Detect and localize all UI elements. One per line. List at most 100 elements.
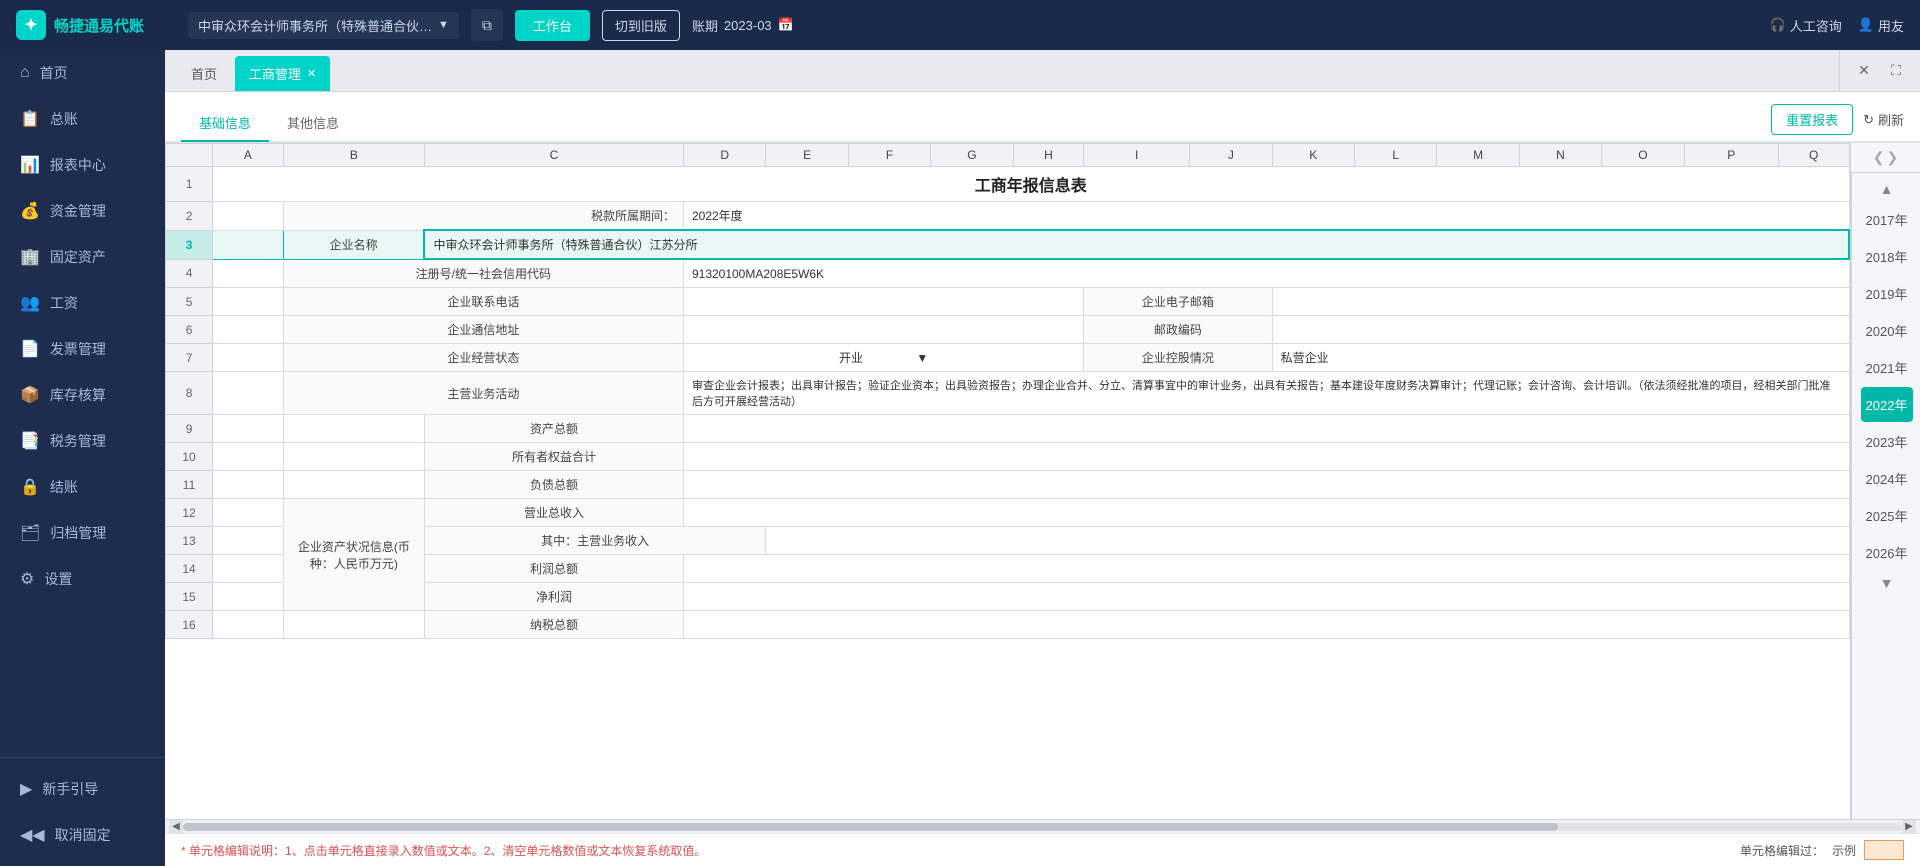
email-value[interactable]: [1272, 288, 1849, 316]
copy-button[interactable]: ⧉: [471, 9, 503, 41]
collapse-left-icon[interactable]: ❮: [1873, 149, 1885, 166]
tab-other-info[interactable]: 其他信息: [269, 105, 357, 142]
cell[interactable]: [213, 316, 284, 344]
year-item-2018[interactable]: 2018年: [1861, 239, 1913, 274]
company-selector[interactable]: 中审众环会计师事务所（特殊普通合伙… ▼: [188, 12, 459, 39]
contact-value[interactable]: [683, 288, 1083, 316]
cell[interactable]: [213, 202, 284, 231]
year-item-2020[interactable]: 2020年: [1861, 313, 1913, 348]
holding-value[interactable]: 私营企业: [1272, 344, 1849, 372]
company-name-value[interactable]: 中审众环会计师事务所（特殊普通合伙）江苏分所: [424, 230, 1849, 259]
status-value[interactable]: 开业 ▼: [683, 344, 1083, 372]
postal-label[interactable]: 邮政编码: [1084, 316, 1272, 344]
close-window-icon[interactable]: ✕: [1852, 59, 1876, 83]
status-label[interactable]: 企业经营状态: [283, 344, 683, 372]
year-item-2024[interactable]: 2024年: [1861, 461, 1913, 496]
cell[interactable]: [213, 471, 284, 499]
sidebar-item-report[interactable]: 📊 报表中心: [0, 142, 165, 188]
total-revenue-label[interactable]: 营业总收入: [424, 499, 683, 527]
cell[interactable]: [213, 230, 284, 259]
cell[interactable]: [213, 583, 284, 611]
cell[interactable]: [283, 471, 424, 499]
cell[interactable]: [213, 443, 284, 471]
asset-info-label[interactable]: 企业资产状况信息(币种：人民币万元): [283, 499, 424, 611]
assets-value[interactable]: [683, 415, 1849, 443]
sidebar-item-newbie[interactable]: ▶ 新手引导: [0, 766, 165, 812]
tax-label[interactable]: 纳税总额: [424, 611, 683, 639]
spreadsheet-container[interactable]: A B C D E F G H I J K L: [165, 143, 1850, 819]
year-item-2026[interactable]: 2026年: [1861, 535, 1913, 570]
scroll-track[interactable]: [183, 823, 1902, 831]
sidebar-item-asset[interactable]: 🏢 固定资产: [0, 234, 165, 280]
cell[interactable]: [213, 499, 284, 527]
cell[interactable]: [213, 611, 284, 639]
scroll-right-arrow[interactable]: ▶: [1902, 820, 1916, 834]
cell[interactable]: [283, 415, 424, 443]
sidebar-item-ledger[interactable]: 📋 总账: [0, 96, 165, 142]
total-revenue-value[interactable]: [683, 499, 1849, 527]
activity-label[interactable]: 主营业务活动: [283, 372, 683, 415]
cell[interactable]: [283, 443, 424, 471]
address-label[interactable]: 企业通信地址: [283, 316, 683, 344]
tab-basic-info[interactable]: 基础信息: [181, 105, 269, 142]
assets-label[interactable]: 资产总额: [424, 415, 683, 443]
period-value-cell[interactable]: 2022年度: [683, 202, 1849, 231]
company-name-label[interactable]: 企业名称: [283, 230, 424, 259]
cell[interactable]: [213, 415, 284, 443]
period-label-cell[interactable]: 税款所属期间：: [283, 202, 683, 231]
cell[interactable]: [213, 344, 284, 372]
profit-label[interactable]: 利润总额: [424, 555, 683, 583]
year-item-2021[interactable]: 2021年: [1861, 350, 1913, 385]
horizontal-scrollbar[interactable]: ◀ ▶: [165, 819, 1920, 833]
expand-window-icon[interactable]: ⛶: [1884, 59, 1908, 83]
sidebar-item-tax[interactable]: 📑 税务管理: [0, 418, 165, 464]
cell[interactable]: [213, 555, 284, 583]
sidebar-item-finance[interactable]: 💰 资金管理: [0, 188, 165, 234]
liabilities-label[interactable]: 负债总额: [424, 471, 683, 499]
contact-label[interactable]: 企业联系电话: [283, 288, 683, 316]
net-profit-value[interactable]: [683, 583, 1849, 611]
reg-label-cell[interactable]: 注册号/统一社会信用代码: [283, 259, 683, 288]
sidebar-item-home[interactable]: ⌂ 首页: [0, 50, 165, 96]
sidebar-item-unpin[interactable]: ◀◀ 取消固定: [0, 812, 165, 858]
sidebar-item-invoice[interactable]: 📄 发票管理: [0, 326, 165, 372]
refresh-button[interactable]: ↻ 刷新: [1863, 110, 1904, 129]
cell[interactable]: [213, 527, 284, 555]
holding-label[interactable]: 企业控股情况: [1084, 344, 1272, 372]
equity-value[interactable]: [683, 443, 1849, 471]
scroll-thumb[interactable]: [183, 823, 1558, 831]
main-revenue-value[interactable]: [766, 527, 1849, 555]
profit-value[interactable]: [683, 555, 1849, 583]
sidebar-item-inventory[interactable]: 📦 库存核算: [0, 372, 165, 418]
postal-value[interactable]: [1272, 316, 1849, 344]
main-revenue-label[interactable]: 其中：主营业务收入: [424, 527, 765, 555]
calendar-icon[interactable]: 📅: [778, 17, 794, 33]
consulting-button[interactable]: 🎧 人工咨询: [1770, 16, 1842, 35]
reset-report-button[interactable]: 重置报表: [1771, 104, 1853, 135]
sidebar-item-archive[interactable]: 🗂 归档管理: [0, 510, 165, 556]
user-menu[interactable]: 👤 用友: [1858, 16, 1904, 35]
address-value[interactable]: [683, 316, 1083, 344]
old-version-button[interactable]: 切到旧版: [602, 10, 680, 41]
liabilities-value[interactable]: [683, 471, 1849, 499]
workbench-button[interactable]: 工作台: [515, 10, 590, 41]
sidebar-item-hr[interactable]: 👥 工资: [0, 280, 165, 326]
title-cell[interactable]: 工商年报信息表: [213, 167, 1849, 202]
sidebar-item-close[interactable]: 🔒 结账: [0, 464, 165, 510]
cell[interactable]: [213, 259, 284, 288]
sidebar-item-settings[interactable]: ⚙ 设置: [0, 556, 165, 602]
year-up-button[interactable]: ▲: [1876, 177, 1898, 201]
year-down-button[interactable]: ▼: [1876, 571, 1898, 595]
net-profit-label[interactable]: 净利润: [424, 583, 683, 611]
year-item-2017[interactable]: 2017年: [1861, 202, 1913, 237]
cell[interactable]: [213, 372, 284, 415]
year-item-2023[interactable]: 2023年: [1861, 424, 1913, 459]
tab-close-icon[interactable]: ✕: [307, 67, 316, 80]
tab-home[interactable]: 首页: [177, 56, 231, 91]
email-label[interactable]: 企业电子邮箱: [1084, 288, 1272, 316]
tab-business[interactable]: 工商管理 ✕: [235, 56, 330, 91]
cell[interactable]: [213, 288, 284, 316]
collapse-right-icon[interactable]: ❯: [1887, 149, 1899, 166]
year-item-2019[interactable]: 2019年: [1861, 276, 1913, 311]
scroll-left-arrow[interactable]: ◀: [169, 820, 183, 834]
